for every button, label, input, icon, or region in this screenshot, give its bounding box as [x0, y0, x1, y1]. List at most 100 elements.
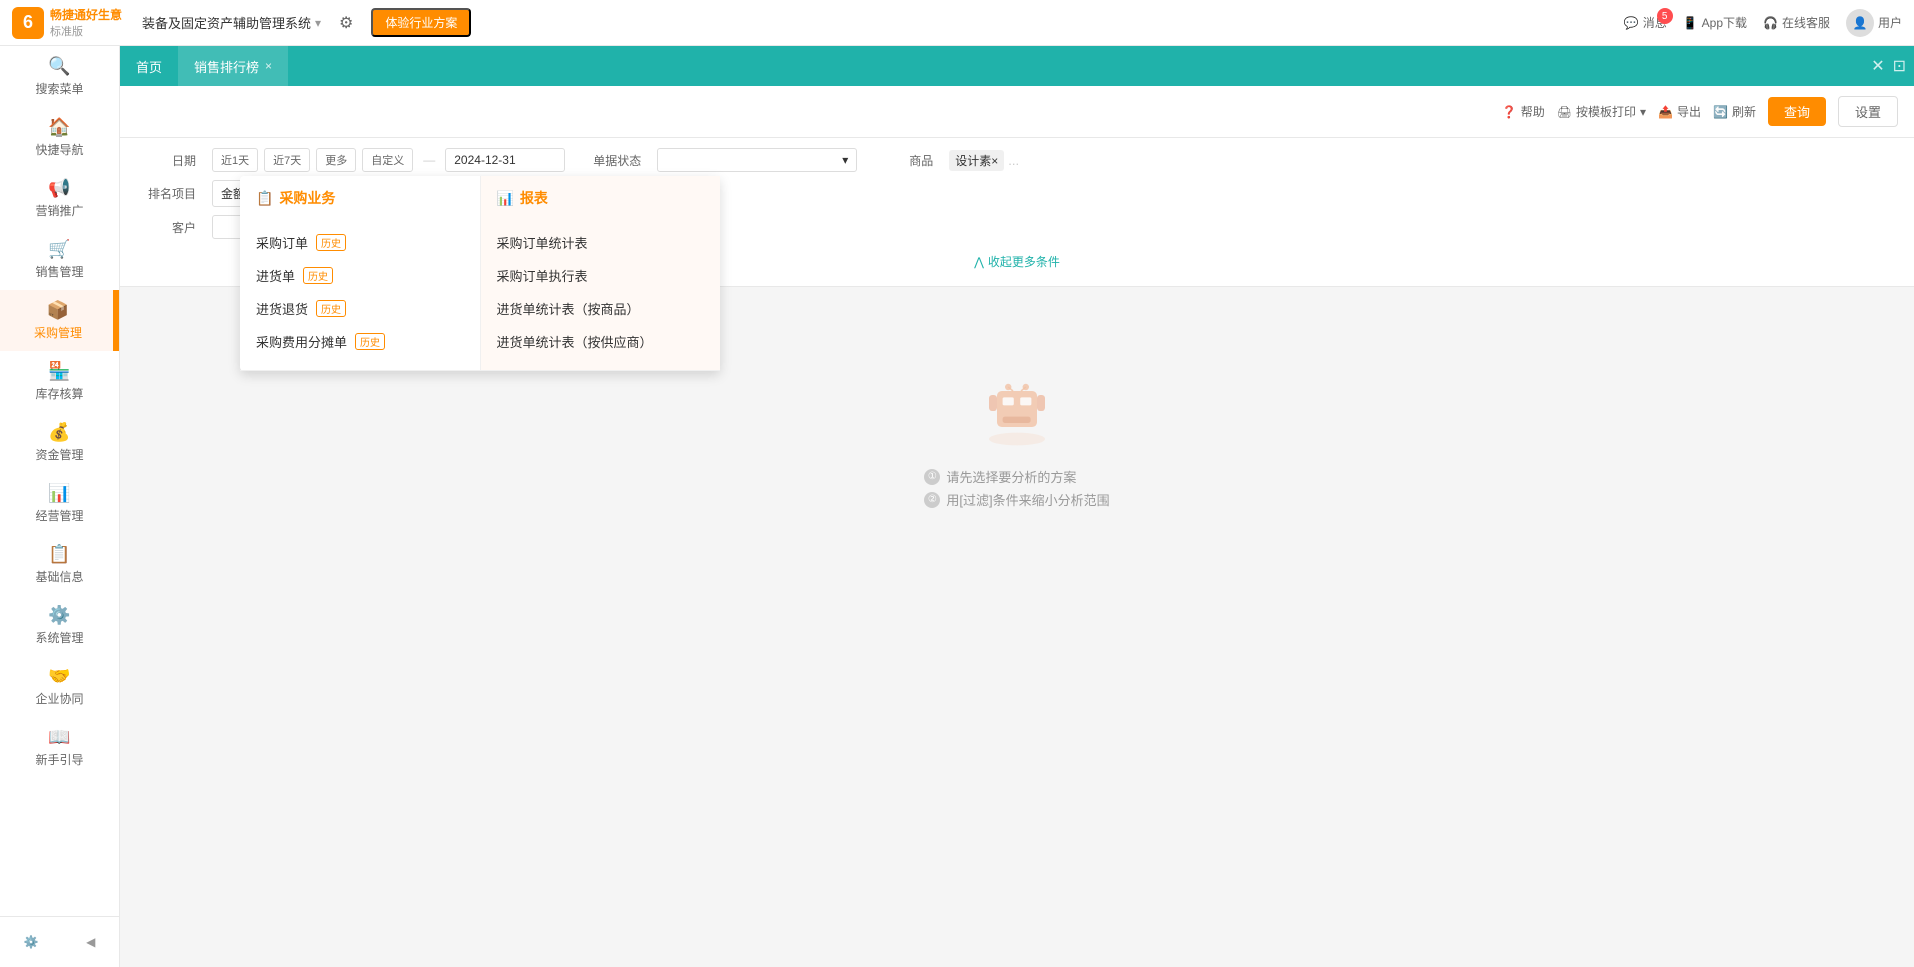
doc-status-select[interactable]: ▾	[657, 148, 857, 172]
print-icon: 🖨	[1557, 105, 1572, 119]
topbar-system: 装备及固定资产辅助管理系统 ▾	[142, 13, 321, 32]
megaphone-icon: 📢	[48, 178, 70, 199]
tab-sales-rank[interactable]: 销售排行榜 ×	[178, 46, 288, 86]
purchase-section-title: 📋 采购业务	[256, 188, 464, 214]
gear-icon: ⚙️	[48, 605, 70, 626]
message-button[interactable]: 💬 消息 5	[1624, 14, 1667, 31]
customer-label: 客户	[136, 219, 196, 236]
dropdown-header: 📋 采购业务 采购订单 历史 进货单 历史 进货退货	[240, 176, 720, 371]
tab-bar-right: ✕ ⊡	[1871, 56, 1914, 76]
sidebar-item-marketing[interactable]: 📢 营销推广	[0, 168, 119, 229]
date-input[interactable]: 2024-12-31	[445, 148, 565, 172]
sidebar-item-inventory[interactable]: 🏪 库存核算	[0, 351, 119, 412]
logo-icon: 6	[12, 7, 44, 39]
menu-item-purchase-order-exec[interactable]: 采购订单执行表	[497, 259, 705, 292]
app-download-button[interactable]: 📱 App下载	[1683, 14, 1747, 31]
print-button[interactable]: 🖨 按模板打印 ▾	[1557, 103, 1646, 120]
sidebar-item-search[interactable]: 🔍 搜索菜单	[0, 46, 119, 107]
sidebar-collapse-button[interactable]: ◀	[86, 925, 95, 959]
report-section: 📊 报表 采购订单统计表 采购订单执行表 进货单统计表（按商品）	[481, 176, 721, 370]
help-button[interactable]: ❓ 帮助	[1502, 103, 1545, 120]
goods-more-icon[interactable]: ...	[1008, 153, 1019, 168]
sidebar-item-system[interactable]: ⚙️ 系统管理	[0, 595, 119, 656]
export-icon: 📤	[1658, 105, 1673, 119]
date-label: 日期	[136, 152, 196, 169]
empty-text: ①请先选择要分析的方案 ②用[过滤]条件来缩小分析范围	[924, 463, 1109, 513]
dropdown-arrow-icon[interactable]: ▾	[315, 16, 321, 30]
tab-close-icon[interactable]: ×	[265, 59, 272, 73]
online-service-button[interactable]: 🎧 在线客服	[1763, 14, 1830, 31]
help-icon: ❓	[1502, 105, 1517, 119]
trial-button[interactable]: 体验行业方案	[371, 8, 471, 37]
sidebar-item-purchase[interactable]: 📦 采购管理	[0, 290, 119, 351]
menu-item-goods-stat-by-supplier[interactable]: 进货单统计表（按供应商）	[497, 325, 705, 358]
tab-bar: 首页 销售排行榜 × ✕ ⊡	[120, 46, 1914, 86]
warehouse-icon: 🏪	[48, 361, 70, 382]
query-button[interactable]: 查询	[1768, 97, 1826, 126]
window-close-icon[interactable]: ✕	[1871, 56, 1884, 76]
history-badge-3: 历史	[355, 333, 385, 350]
tab-home[interactable]: 首页	[120, 46, 178, 86]
goods-label: 商品	[873, 152, 933, 169]
sidebar-settings-button[interactable]: ⚙️	[24, 925, 39, 959]
sidebar-item-sales[interactable]: 🛒 销售管理	[0, 229, 119, 290]
sidebar: 🔍 搜索菜单 🏠 快捷导航 📢 营销推广 🛒 销售管理 📦 采购管理 🏪 库存核…	[0, 46, 120, 967]
select-arrow-icon: ▾	[842, 153, 848, 167]
refresh-icon: 🔄	[1713, 105, 1728, 119]
settings-icon[interactable]: ⚙	[339, 13, 353, 33]
goods-tag: 设计素×	[949, 150, 1004, 171]
date-more[interactable]: 更多	[316, 148, 356, 172]
date-7day[interactable]: 近7天	[264, 148, 310, 172]
phone-icon: 📱	[1683, 16, 1698, 30]
report-section-title: 📊 报表	[497, 188, 705, 214]
filter-toolbar: ❓ 帮助 🖨 按模板打印 ▾ 📤 导出 🔄 刷新 查询 设置	[120, 86, 1914, 138]
refresh-button[interactable]: 🔄 刷新	[1713, 103, 1756, 120]
home-icon: 🏠	[48, 117, 70, 138]
goods-filter: 设计素× ...	[949, 150, 1019, 171]
message-icon: 💬	[1624, 16, 1639, 30]
page-settings-button[interactable]: 设置	[1838, 96, 1898, 127]
content-area: 首页 销售排行榜 × ✕ ⊡ ❓ 帮助 🖨 按模板打印	[120, 46, 1914, 967]
sidebar-item-finance[interactable]: 💰 资金管理	[0, 412, 119, 473]
report-section-icon: 📊	[497, 190, 514, 207]
settings-bottom-icon: ⚙️	[24, 935, 39, 949]
menu-item-goods-stat-by-product[interactable]: 进货单统计表（按商品）	[497, 292, 705, 325]
doc-status-label: 单据状态	[581, 152, 641, 169]
date-1day[interactable]: 近1天	[212, 148, 258, 172]
topbar-right: 💬 消息 5 📱 App下载 🎧 在线客服 👤 用户	[1624, 9, 1902, 37]
sidebar-item-quick[interactable]: 🏠 快捷导航	[0, 107, 119, 168]
sidebar-item-operations[interactable]: 📊 经营管理	[0, 473, 119, 534]
money-icon: 💰	[48, 422, 70, 443]
window-maximize-icon[interactable]: ⊡	[1893, 56, 1906, 76]
menu-item-purchase-order[interactable]: 采购订单 历史	[256, 226, 464, 259]
sidebar-item-guide[interactable]: 📖 新手引导	[0, 717, 119, 778]
cart-icon: 🛒	[48, 239, 70, 260]
logo-area: 6 畅捷通好生意 标准版	[12, 6, 132, 39]
hint-num-2: ②	[924, 492, 940, 508]
collapse-icon: ◀	[86, 935, 95, 949]
menu-item-goods-receipt[interactable]: 进货单 历史	[256, 259, 464, 292]
date-custom[interactable]: 自定义	[362, 148, 413, 172]
avatar: 👤	[1846, 9, 1874, 37]
clipboard-icon: 📋	[48, 544, 70, 565]
chart-icon: 📊	[48, 483, 70, 504]
message-badge: 5	[1657, 8, 1673, 24]
export-button[interactable]: 📤 导出	[1658, 103, 1701, 120]
history-badge-0: 历史	[316, 234, 346, 251]
active-indicator	[113, 290, 116, 351]
purchase-section-icon: 📋	[256, 190, 273, 207]
dropdown-menu: 📋 采购业务 采购订单 历史 进货单 历史 进货退货	[240, 176, 720, 371]
sidebar-item-enterprise[interactable]: 🤝 企业协同	[0, 656, 119, 717]
user-button[interactable]: 👤 用户	[1846, 9, 1902, 37]
menu-item-purchase-order-stat[interactable]: 采购订单统计表	[497, 226, 705, 259]
history-badge-2: 历史	[316, 300, 346, 317]
book-icon: 📖	[48, 727, 70, 748]
hint-num-1: ①	[924, 469, 940, 485]
topbar: 6 畅捷通好生意 标准版 装备及固定资产辅助管理系统 ▾ ⚙ 体验行业方案 💬 …	[0, 0, 1914, 46]
menu-item-goods-return[interactable]: 进货退货 历史	[256, 292, 464, 325]
logo-text: 畅捷通好生意 标准版	[50, 6, 122, 39]
sidebar-item-basic[interactable]: 📋 基础信息	[0, 534, 119, 595]
headset-icon: 🎧	[1763, 16, 1778, 30]
filter-row-1: 日期 近1天 近7天 更多 自定义 — 2024-12-31 单据状态	[136, 148, 1898, 172]
menu-item-expense[interactable]: 采购费用分摊单 历史	[256, 325, 464, 358]
